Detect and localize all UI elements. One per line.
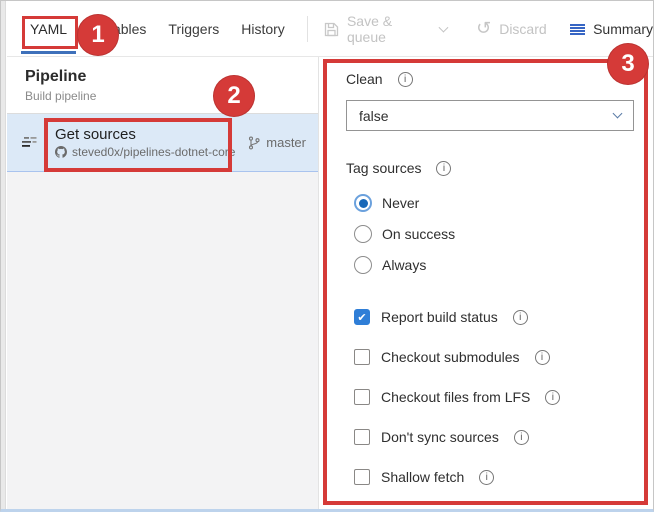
summary-label: Summary (593, 21, 653, 37)
checkbox-checkout-files-from-lfs[interactable]: Checkout files from LFS (354, 387, 613, 407)
tab-history-label: History (241, 21, 285, 37)
git-branch-icon (248, 136, 260, 150)
discard-label: Discard (499, 21, 546, 37)
tab-history[interactable]: History (230, 1, 296, 56)
left-edge-gutter (1, 1, 6, 509)
save-queue-label: Save & queue (347, 13, 432, 45)
tasks-icon (7, 136, 49, 149)
info-icon[interactable] (535, 350, 550, 365)
clean-label: Clean (346, 71, 383, 87)
save-queue-button[interactable]: Save & queue (324, 13, 447, 45)
tab-triggers[interactable]: Triggers (157, 1, 230, 56)
checkbox-label: Report build status (381, 309, 498, 325)
radio-never[interactable]: Never (354, 193, 613, 213)
tag-sources-radio-group: Never On success Always (346, 193, 613, 275)
checkbox[interactable] (354, 429, 370, 445)
checkbox-dont-sync-sources[interactable]: Don't sync sources (354, 427, 613, 447)
summary-button[interactable]: Summary (570, 21, 653, 37)
get-sources-title: Get sources (55, 126, 235, 143)
options-checkbox-group: Report build status Checkout submodules … (346, 307, 613, 487)
get-sources-main: Get sources steved0x/pipelines-dotnet-co… (49, 126, 235, 159)
checkbox-shallow-fetch[interactable]: Shallow fetch (354, 467, 613, 487)
radio-button[interactable] (354, 225, 372, 243)
radio-on-success[interactable]: On success (354, 224, 613, 244)
info-icon[interactable] (398, 72, 413, 87)
checkbox-checkout-submodules[interactable]: Checkout submodules (354, 347, 613, 367)
chevron-down-icon (613, 109, 623, 119)
checkbox-label: Checkout files from LFS (381, 389, 530, 405)
tag-sources-label-row: Tag sources (346, 160, 613, 176)
settings-content: Clean false Tag sources Never On success (320, 57, 653, 509)
tab-variables-label: Variables (89, 21, 146, 37)
clean-field-label-row: Clean (346, 71, 613, 87)
radio-on-success-label: On success (382, 226, 455, 242)
summary-list-icon (570, 23, 585, 36)
toolbar: Save & queue ↺ Discard Summary (307, 1, 653, 57)
pipeline-header: Pipeline Build pipeline (7, 57, 318, 114)
radio-always-label: Always (382, 257, 426, 273)
github-icon (55, 146, 67, 158)
get-sources-row[interactable]: Get sources steved0x/pipelines-dotnet-co… (7, 114, 318, 172)
sidebar-empty-area (7, 172, 318, 509)
info-icon[interactable] (479, 470, 494, 485)
clean-dropdown-value: false (359, 108, 389, 124)
checkbox[interactable] (354, 309, 370, 325)
radio-always[interactable]: Always (354, 255, 613, 275)
branch-name: master (266, 135, 306, 150)
clean-dropdown[interactable]: false (346, 100, 634, 131)
repo-line: steved0x/pipelines-dotnet-core (55, 145, 235, 159)
chevron-down-icon (439, 22, 449, 32)
tab-variables[interactable]: Variables (78, 1, 157, 56)
pipeline-subtitle: Build pipeline (25, 89, 318, 103)
info-icon[interactable] (514, 430, 529, 445)
discard-button[interactable]: ↺ Discard (476, 20, 547, 38)
pipeline-title: Pipeline (25, 68, 318, 86)
checkbox-label: Checkout submodules (381, 349, 520, 365)
tab-triggers-label: Triggers (168, 21, 219, 37)
info-icon[interactable] (436, 161, 451, 176)
info-icon[interactable] (545, 390, 560, 405)
pipeline-sidebar: Pipeline Build pipeline Get sources (7, 57, 319, 509)
radio-button[interactable] (354, 256, 372, 274)
repo-name: steved0x/pipelines-dotnet-core (72, 145, 235, 159)
checkbox-label: Shallow fetch (381, 469, 464, 485)
tab-yaml-label: YAML (30, 21, 67, 37)
toolbar-divider (307, 16, 308, 42)
radio-button[interactable] (354, 194, 372, 212)
checkbox-label: Don't sync sources (381, 429, 499, 445)
checkbox-report-build-status[interactable]: Report build status (354, 307, 613, 327)
tag-sources-label: Tag sources (346, 160, 421, 176)
radio-never-label: Never (382, 195, 419, 211)
checkbox[interactable] (354, 389, 370, 405)
branch-selector[interactable]: master (248, 135, 318, 150)
tab-yaml[interactable]: YAML (19, 1, 78, 56)
undo-icon: ↺ (476, 20, 491, 38)
header-tab-bar: YAML Variables Triggers History (7, 1, 653, 57)
checkbox[interactable] (354, 469, 370, 485)
tab-strip: YAML Variables Triggers History (7, 1, 296, 56)
save-icon (324, 22, 339, 37)
info-icon[interactable] (513, 310, 528, 325)
pipeline-editor-window: YAML Variables Triggers History (0, 0, 654, 512)
get-sources-settings-panel: Clean false Tag sources Never On success (320, 57, 653, 509)
checkbox[interactable] (354, 349, 370, 365)
